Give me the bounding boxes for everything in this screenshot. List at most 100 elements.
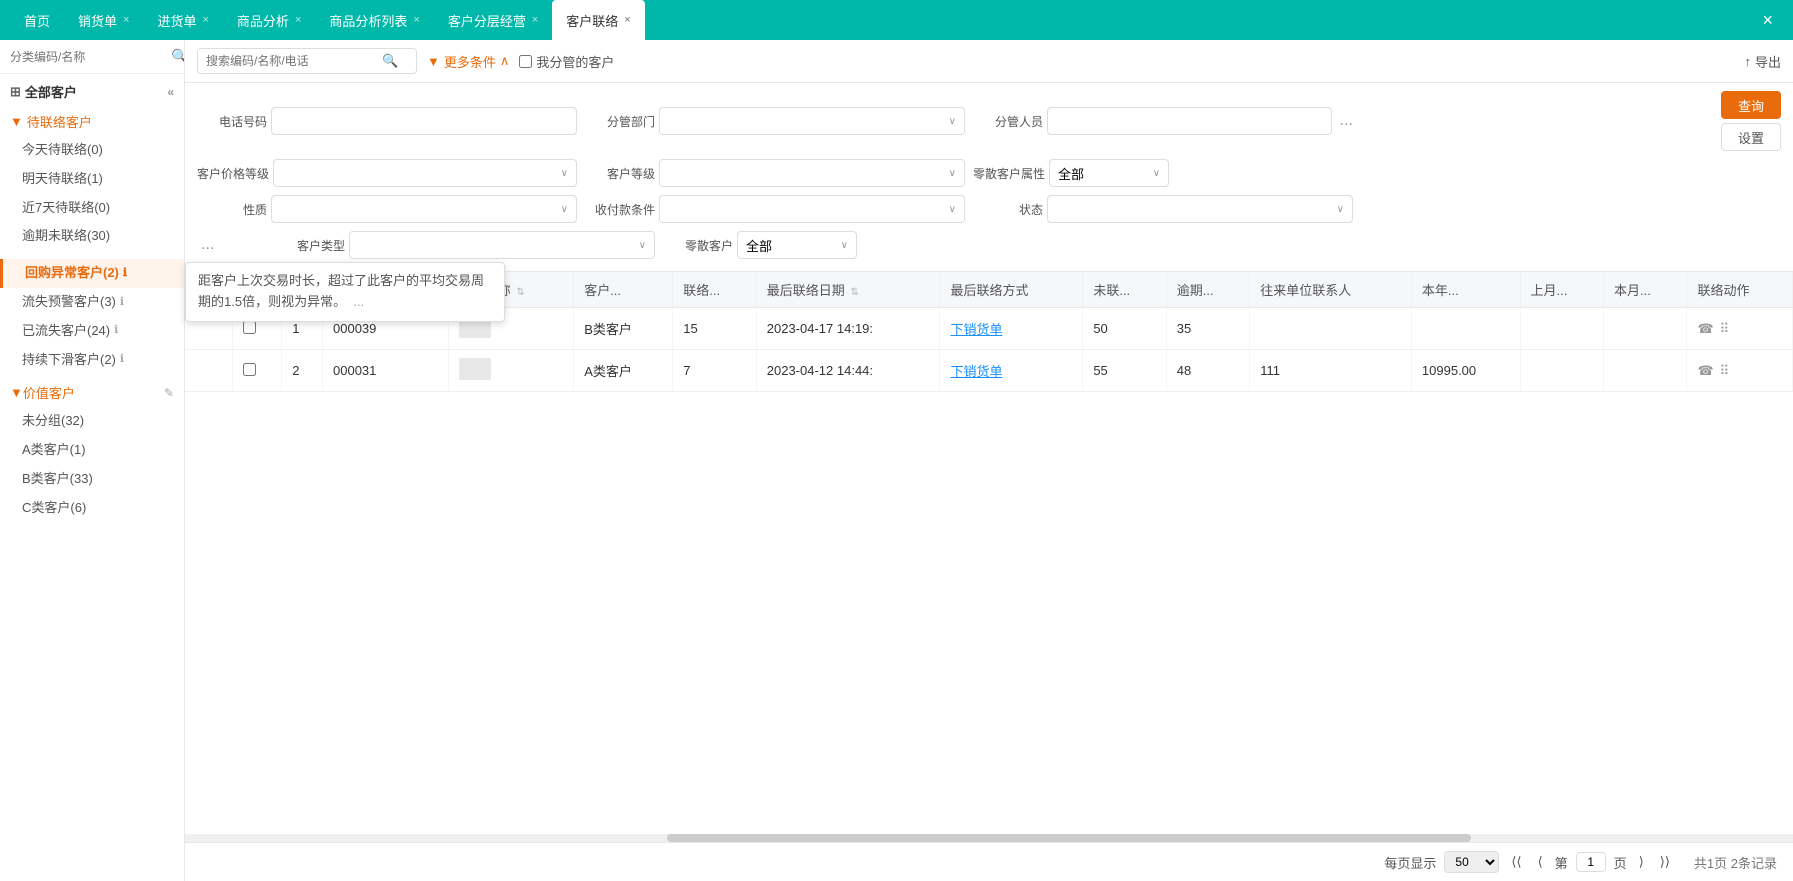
nature-select[interactable]: ∨ [271, 195, 577, 223]
td-last-date: 2023-04-17 14:19: [756, 308, 940, 350]
th-this-month[interactable]: 本月... [1603, 272, 1686, 308]
sidebar-item-today[interactable]: 今天待联络(0) [0, 136, 184, 165]
horizontal-scrollbar[interactable] [185, 834, 1793, 842]
last-page-button[interactable]: ⟩⟩ [1656, 852, 1674, 872]
td-index: 2 [282, 350, 323, 392]
filter-retail-attr: 零散客户属性 全部 ∨ [973, 159, 1473, 187]
filter-more-conditions[interactable]: ▼ 更多条件 ∧ [427, 52, 509, 71]
customer-type-arrow: ∨ [639, 240, 646, 251]
td-overdue: 35 [1166, 308, 1249, 350]
retail-attr-select[interactable]: 全部 ∨ [1049, 159, 1169, 187]
retail-attr-arrow: ∨ [1153, 168, 1160, 179]
td-code: 000031 [323, 350, 449, 392]
sidebar-item-churned[interactable]: 已流失客户(24) ℹ [0, 317, 184, 346]
contact-icon[interactable]: ☎ [1697, 321, 1713, 337]
td-last-month [1520, 350, 1603, 392]
settings-button[interactable]: 设置 [1721, 123, 1781, 151]
export-button[interactable]: ↑ 导出 [1744, 52, 1781, 71]
customer-type-select[interactable]: ∨ [349, 231, 655, 259]
close-product-analysis-tab[interactable]: × [295, 14, 301, 26]
nav-product-analysis[interactable]: 商品分析 × [223, 0, 315, 40]
price-level-select[interactable]: ∨ [273, 159, 577, 187]
close-purchase-tab[interactable]: × [202, 14, 208, 26]
sidebar-item-tomorrow[interactable]: 明天待联络(1) [0, 165, 184, 194]
customer-level-select[interactable]: ∨ [659, 159, 965, 187]
td-last-method: 下销货单 [940, 308, 1083, 350]
th-last-date[interactable]: 最后联络日期 ⇅ [756, 272, 940, 308]
th-unit-contact[interactable]: 往来单位联系人 [1250, 272, 1412, 308]
th-not-contact[interactable]: 未联... [1083, 272, 1166, 308]
next-page-button[interactable]: ⟩ [1635, 852, 1648, 872]
sidebar-item-declining[interactable]: 持续下滑客户(2) ℹ [0, 346, 184, 375]
more-icon[interactable]: ⠿ [1720, 363, 1730, 379]
scrollbar-thumb[interactable] [667, 834, 1471, 842]
sidebar-item-7days[interactable]: 近7天待联络(0) [0, 194, 184, 223]
last-method-link[interactable]: 下销货单 [950, 364, 1002, 379]
sidebar-item-ungrouped[interactable]: 未分组(32) [0, 407, 184, 436]
th-this-year[interactable]: 本年... [1411, 272, 1520, 308]
manager-dots[interactable]: ... [1340, 112, 1353, 130]
info-icon-declining: ℹ [120, 351, 124, 369]
pending-arrow-icon: ▼ [10, 114, 23, 129]
value-group-title[interactable]: ▼ 价值客户 ✎ [0, 378, 184, 407]
edit-icon[interactable]: ✎ [164, 386, 174, 400]
sidebar-item-churn-warning[interactable]: 流失预警客户(3) ℹ [0, 288, 184, 317]
action-buttons: 查询 设置 [1721, 91, 1781, 151]
nav-customer-contact[interactable]: 客户联络 × [552, 0, 644, 40]
filter-phone: 电话号码 [197, 107, 577, 135]
nav-sales[interactable]: 销货单 × [64, 0, 143, 40]
close-customer-tier-tab[interactable]: × [532, 14, 538, 26]
close-customer-contact-tab[interactable]: × [624, 14, 630, 26]
td-contact: 15 [673, 308, 756, 350]
contact-icon[interactable]: ☎ [1697, 363, 1713, 379]
nav-purchase[interactable]: 进货单 × [143, 0, 222, 40]
sidebar-search-input[interactable] [10, 50, 165, 64]
pending-group-title[interactable]: ▼ 待联络客户 [0, 107, 184, 136]
export-icon: ↑ [1744, 54, 1751, 69]
nav-customer-tier[interactable]: 客户分层经营 × [434, 0, 552, 40]
my-customers-checkbox[interactable] [519, 55, 532, 68]
th-last-month[interactable]: 上月... [1520, 272, 1603, 308]
row4-dots[interactable]: ... [201, 236, 214, 254]
phone-input[interactable] [271, 107, 577, 135]
status-select[interactable]: ∨ [1047, 195, 1353, 223]
sidebar-collapse-icon[interactable]: « [167, 85, 174, 99]
filter-manager: 分管人员 ... [973, 107, 1353, 135]
close-product-analysis-list-tab[interactable]: × [413, 14, 419, 26]
department-select[interactable]: ∨ [659, 107, 965, 135]
prev-page-button[interactable]: ⟨ [1534, 852, 1547, 872]
payment-select[interactable]: ∨ [659, 195, 965, 223]
per-page-select[interactable]: 50 100 [1444, 851, 1499, 873]
td-last-month [1520, 308, 1603, 350]
more-icon[interactable]: ⠿ [1720, 321, 1730, 337]
filter-search-input[interactable] [206, 54, 376, 68]
total-records-label: 共1页 2条记录 [1694, 853, 1777, 872]
first-page-button[interactable]: ⟨⟨ [1507, 852, 1525, 872]
query-button[interactable]: 查询 [1721, 91, 1781, 119]
sidebar-item-class-a[interactable]: A类客户(1) [0, 436, 184, 465]
sidebar-search-icon[interactable]: 🔍 [171, 48, 185, 65]
sidebar-item-class-b[interactable]: B类客户(33) [0, 465, 184, 494]
sidebar-item-abnormal-repurchase[interactable]: 回购异常客户(2) ℹ [0, 259, 184, 288]
sidebar-item-overdue[interactable]: 逾期未联络(30) [0, 222, 184, 251]
retail-customer-select[interactable]: 全部 ∨ [737, 231, 857, 259]
filter-search-icon[interactable]: 🔍 [382, 53, 398, 69]
th-last-method[interactable]: 最后联络方式 [940, 272, 1083, 308]
retail-customer-arrow: ∨ [841, 240, 848, 251]
td-type: B类客户 [574, 308, 673, 350]
nav-home[interactable]: 首页 [10, 0, 64, 40]
row-checkbox[interactable] [243, 321, 256, 334]
close-sales-tab[interactable]: × [123, 14, 129, 26]
sidebar-item-class-c[interactable]: C类客户(6) [0, 494, 184, 523]
manager-select[interactable] [1047, 107, 1332, 135]
th-contact-count[interactable]: 联络... [673, 272, 756, 308]
page-number-input[interactable] [1576, 852, 1606, 872]
nav-product-analysis-list[interactable]: 商品分析列表 × [315, 0, 433, 40]
main-layout: 🔍 ⊞ 全部客户 « ▼ 待联络客户 今天待联络(0) 明天待联络(1) 近7天… [0, 40, 1793, 881]
row-checkbox[interactable] [243, 363, 256, 376]
th-overdue[interactable]: 逾期... [1166, 272, 1249, 308]
th-type[interactable]: 客户... [574, 272, 673, 308]
close-all-button[interactable]: × [1752, 10, 1783, 31]
td-this-year [1411, 308, 1520, 350]
last-method-link[interactable]: 下销货单 [950, 322, 1002, 337]
